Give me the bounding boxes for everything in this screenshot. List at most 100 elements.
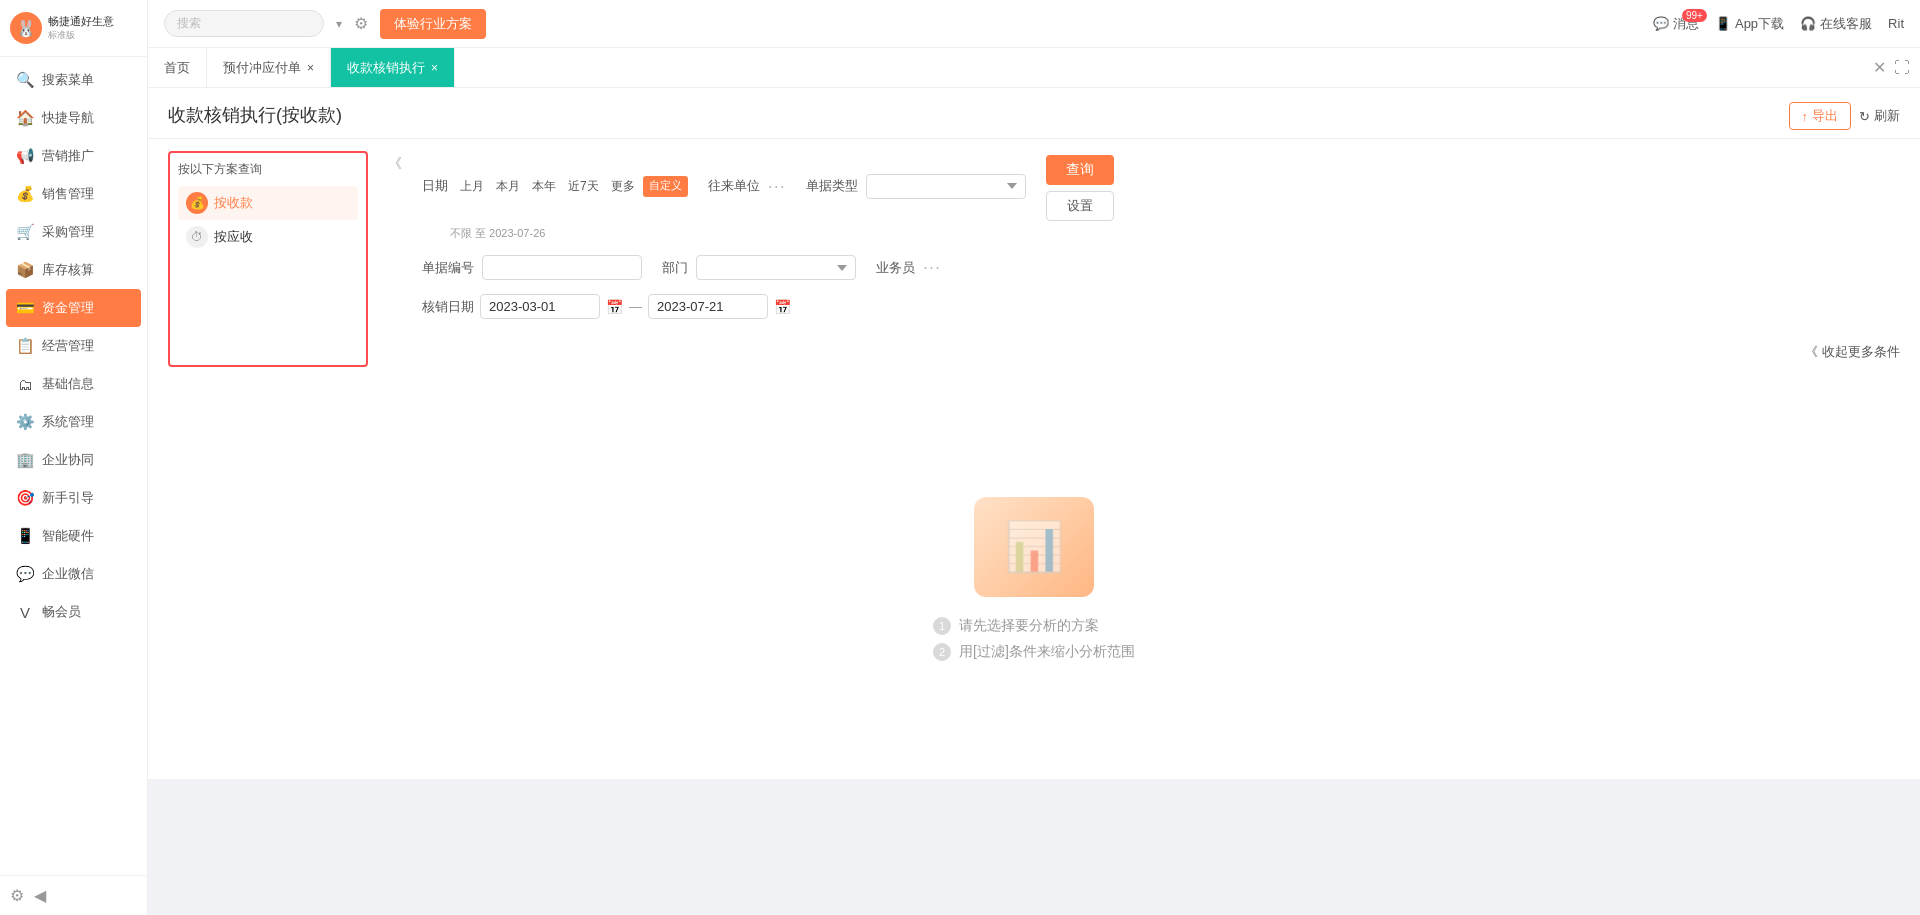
department-select[interactable] — [696, 255, 856, 280]
start-cal-icon[interactable]: 📅 — [606, 299, 623, 315]
collapse-icon[interactable]: ◀ — [34, 886, 46, 905]
order-type-select[interactable] — [866, 174, 1026, 199]
filter-verify-date-field: 核销日期 📅 — 📅 — [422, 294, 791, 319]
empty-illustration — [974, 497, 1094, 597]
page-title: 收款核销执行(按收款) — [168, 103, 342, 127]
collapse-more-btn[interactable]: 《 收起更多条件 — [1805, 337, 1900, 367]
sidebar-item-guide[interactable]: 🎯 新手引导 — [0, 479, 147, 517]
sidebar-item-marketing[interactable]: 📢 营销推广 — [0, 137, 147, 175]
sidebar-label-enterprise: 企业协同 — [42, 451, 94, 469]
tab-prepay[interactable]: 预付冲应付单 × — [207, 48, 331, 87]
tab-home-label: 首页 — [164, 59, 190, 77]
message-btn[interactable]: 💬 消息 99+ — [1653, 15, 1699, 33]
date-opt-thisyear[interactable]: 本年 — [528, 176, 560, 197]
topbar-gear-icon[interactable]: ⚙ — [354, 14, 368, 33]
order-no-input[interactable] — [482, 255, 642, 280]
sidebar-label-purchase: 采购管理 — [42, 223, 94, 241]
date-opt-7days[interactable]: 近7天 — [564, 176, 603, 197]
settings-icon[interactable]: ⚙ — [10, 886, 24, 905]
refresh-btn[interactable]: ↻ 刷新 — [1859, 102, 1900, 130]
verify-date-end-input[interactable] — [648, 294, 768, 319]
page-toolbar: ↑ 导出 ↻ 刷新 — [1789, 102, 1901, 130]
salesperson-select-dots[interactable]: ··· — [923, 257, 941, 278]
marketing-icon: 📢 — [16, 147, 34, 165]
tab-receipt[interactable]: 收款核销执行 × — [331, 48, 455, 87]
settings-btn[interactable]: 设置 — [1046, 191, 1114, 221]
tab-home[interactable]: 首页 — [148, 48, 207, 87]
filter-scheme-title: 按以下方案查询 — [178, 161, 358, 178]
sidebar-item-purchase[interactable]: 🛒 采购管理 — [0, 213, 147, 251]
expand-icon[interactable]: ⛶ — [1894, 59, 1910, 77]
tip-text-2: 用[过滤]条件来缩小分析范围 — [959, 643, 1135, 661]
filter-row-3: 核销日期 📅 — 📅 — [422, 294, 1900, 319]
message-badge: 99+ — [1682, 9, 1707, 22]
filter-option-by-receipt[interactable]: 💰 按收款 — [178, 186, 358, 220]
sidebar-item-wechat[interactable]: 💬 企业微信 — [0, 555, 147, 593]
topbar-search[interactable]: 搜索 — [164, 10, 324, 37]
purchase-icon: 🛒 — [16, 223, 34, 241]
date-opt-thismonth[interactable]: 本月 — [492, 176, 524, 197]
filter-collapse-btn[interactable]: 《 — [384, 151, 406, 367]
collapse-more-icon: 《 — [1805, 343, 1818, 361]
tip-num-1: 1 — [933, 617, 951, 635]
search-icon: 🔍 — [16, 71, 34, 89]
sidebar-item-search[interactable]: 🔍 搜索菜单 — [0, 61, 147, 99]
tab-receipt-close[interactable]: × — [431, 61, 438, 75]
guide-icon: 🎯 — [16, 489, 34, 507]
sidebar-item-system[interactable]: ⚙️ 系统管理 — [0, 403, 147, 441]
date-opt-more[interactable]: 更多 — [607, 176, 639, 197]
end-cal-icon[interactable]: 📅 — [774, 299, 791, 315]
sidebar-label-basic: 基础信息 — [42, 375, 94, 393]
online-service-btn[interactable]: 🎧 在线客服 — [1800, 15, 1872, 33]
user-info[interactable]: Rit — [1888, 16, 1904, 31]
chevron-down-icon: ▾ — [336, 17, 342, 31]
industry-btn[interactable]: 体验行业方案 — [380, 9, 486, 39]
partner-select-dots[interactable]: ··· — [768, 176, 786, 197]
logo-name: 畅捷通好生意 — [48, 14, 114, 28]
sales-icon: 💰 — [16, 185, 34, 203]
logo-badge: 标准版 — [48, 29, 114, 42]
date-opt-custom[interactable]: 自定义 — [643, 176, 688, 197]
date-opt-lastmonth[interactable]: 上月 — [456, 176, 488, 197]
main-area: 搜索 ▾ ⚙ 体验行业方案 💬 消息 99+ 📱 App下载 🎧 在线客服 Ri… — [148, 0, 1920, 915]
tab-receipt-label: 收款核销执行 — [347, 59, 425, 77]
tab-prepay-label: 预付冲应付单 — [223, 59, 301, 77]
department-label: 部门 — [662, 259, 688, 277]
sidebar-item-sales[interactable]: 💰 销售管理 — [0, 175, 147, 213]
basic-icon: 🗂 — [16, 375, 34, 393]
empty-tip-2: 2 用[过滤]条件来缩小分析范围 — [933, 643, 1135, 661]
hardware-icon: 📱 — [16, 527, 34, 545]
sidebar-item-member[interactable]: V 畅会员 — [0, 593, 147, 631]
sidebar-item-operation[interactable]: 📋 经营管理 — [0, 327, 147, 365]
app-icon: 📱 — [1715, 16, 1731, 31]
verify-date-start-input[interactable] — [480, 294, 600, 319]
refresh-icon: ↻ — [1859, 109, 1870, 124]
query-btn[interactable]: 查询 — [1046, 155, 1114, 185]
filter-option-by-receivable[interactable]: ⏱ 按应收 — [178, 220, 358, 254]
tab-prepay-close[interactable]: × — [307, 61, 314, 75]
tip-text-1: 请先选择要分析的方案 — [959, 617, 1099, 635]
member-icon: V — [16, 603, 34, 621]
by-receivable-icon: ⏱ — [186, 226, 208, 248]
sidebar-item-funds[interactable]: 💳 资金管理 — [6, 289, 141, 327]
filter-panel: 按以下方案查询 💰 按收款 ⏱ 按应收 《 日期 — [148, 139, 1920, 379]
service-label: 在线客服 — [1820, 15, 1872, 33]
order-no-label: 单据编号 — [422, 259, 474, 277]
order-type-label: 单据类型 — [806, 177, 858, 195]
app-download-btn[interactable]: 📱 App下载 — [1715, 15, 1784, 33]
sidebar-item-hardware[interactable]: 📱 智能硬件 — [0, 517, 147, 555]
filter-row-2: 单据编号 部门 业务员 ··· — [422, 255, 1900, 280]
sidebar-item-inventory[interactable]: 📦 库存核算 — [0, 251, 147, 289]
service-icon: 🎧 — [1800, 16, 1816, 31]
close-tab-icon[interactable]: ✕ — [1873, 58, 1886, 77]
sidebar-item-quicknav[interactable]: 🏠 快捷导航 — [0, 99, 147, 137]
filter-salesperson-field: 业务员 ··· — [876, 257, 941, 278]
sidebar-label-guide: 新手引导 — [42, 489, 94, 507]
page-header: 收款核销执行(按收款) ↑ 导出 ↻ 刷新 — [148, 88, 1920, 139]
export-btn[interactable]: ↑ 导出 — [1789, 102, 1852, 130]
sidebar-item-basic[interactable]: 🗂 基础信息 — [0, 365, 147, 403]
sidebar-item-enterprise[interactable]: 🏢 企业协同 — [0, 441, 147, 479]
export-label: 导出 — [1812, 107, 1838, 125]
system-icon: ⚙️ — [16, 413, 34, 431]
refresh-label: 刷新 — [1874, 107, 1900, 125]
